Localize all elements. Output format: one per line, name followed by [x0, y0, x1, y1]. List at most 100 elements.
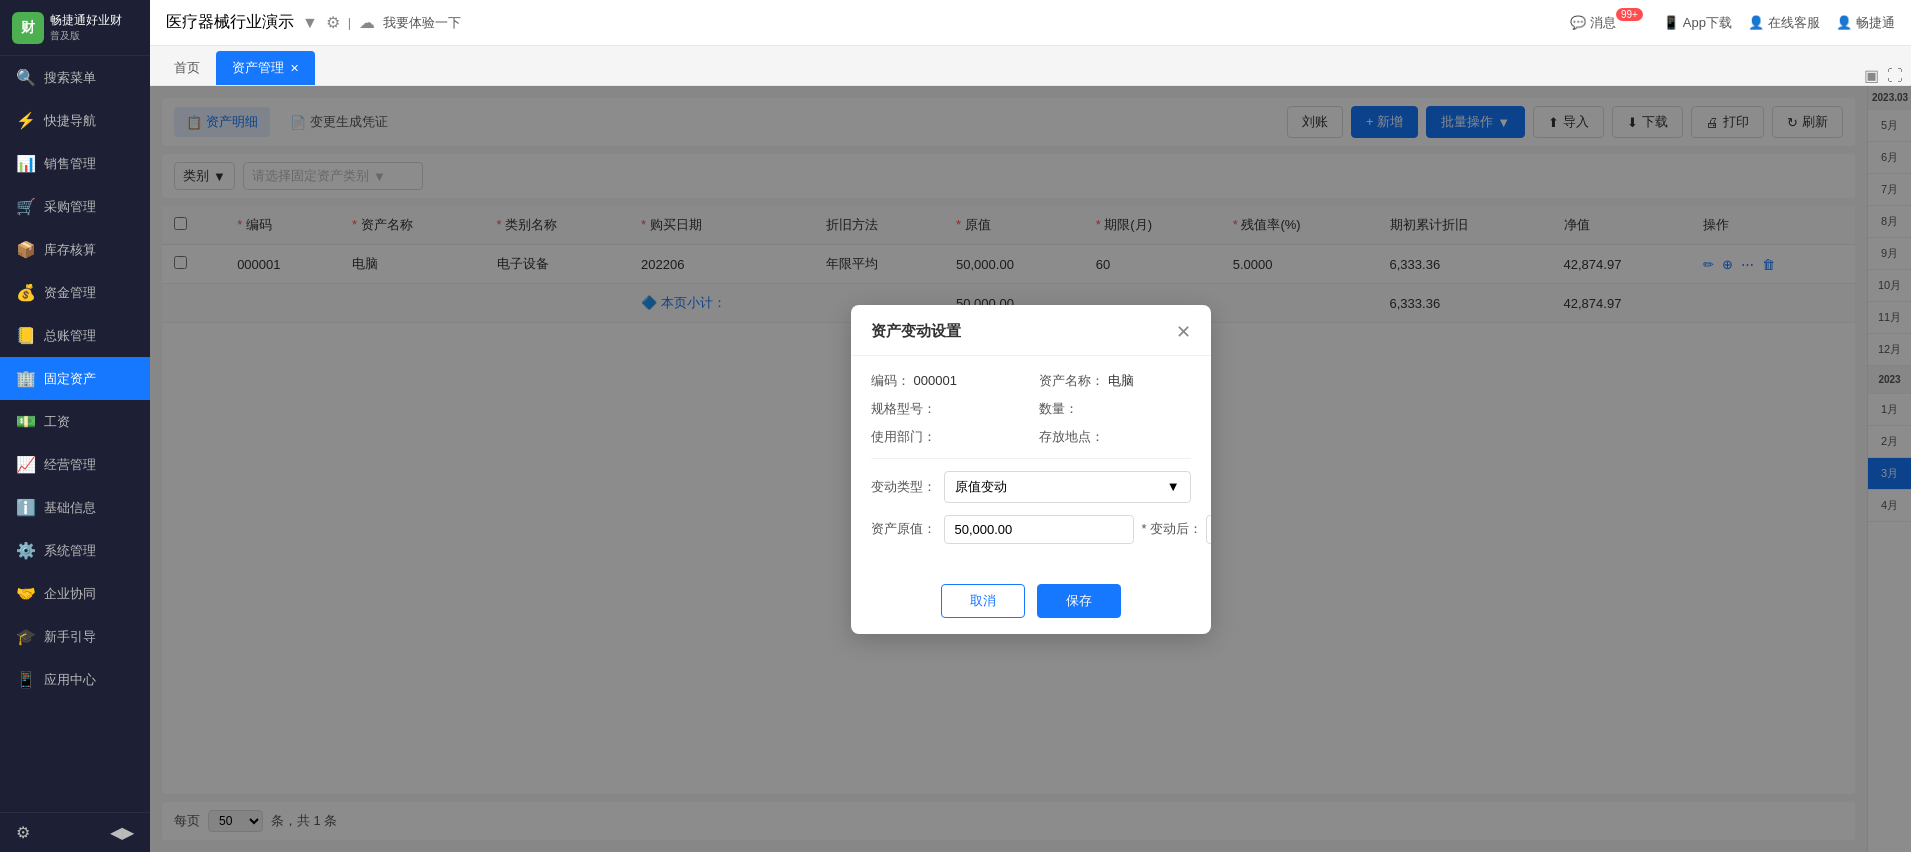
asset-name-field: 资产名称： 电脑	[1039, 372, 1191, 390]
page-content: 📋 资产明细 📄 变更生成凭证 刘账 + 新增 批量操作 ▼ ⬆ 导入	[150, 86, 1911, 852]
sidebar-item-payroll[interactable]: 💵 工资	[0, 400, 150, 443]
change-type-select[interactable]: 原值变动 ▼	[944, 471, 1191, 503]
sidebar-item-label: 工资	[44, 413, 70, 431]
message-btn[interactable]: 💬 消息 99+	[1570, 14, 1647, 32]
code-label: 编码：	[871, 372, 910, 390]
after-change-input[interactable]	[1206, 515, 1210, 544]
sidebar-bottom: ⚙ ◀▶	[0, 812, 150, 852]
sidebar-menu: 🔍 搜索菜单 ⚡ 快捷导航 📊 销售管理 🛒 采购管理 📦 库存核算 💰 资金管…	[0, 56, 150, 812]
modal-divider	[871, 458, 1191, 459]
guide-icon: 🎓	[16, 627, 36, 646]
modal-footer: 取消 保存	[851, 572, 1211, 634]
modal-close-btn[interactable]: ✕	[1176, 321, 1191, 343]
tab-minimize-icon[interactable]: ▣	[1864, 66, 1879, 85]
trial-label[interactable]: 我要体验一下	[383, 14, 461, 32]
message-icon: 💬	[1570, 15, 1586, 30]
sidebar-item-label: 库存核算	[44, 241, 96, 259]
cart-icon: 🛒	[16, 197, 36, 216]
topbar: 医疗器械行业演示 ▼ ⚙ | ☁ 我要体验一下 💬 消息 99+ 📱 App下载…	[150, 0, 1911, 46]
topbar-left: 医疗器械行业演示 ▼ ⚙ | ☁ 我要体验一下	[166, 12, 461, 33]
sidebar-item-operations[interactable]: 📈 经营管理	[0, 443, 150, 486]
asset-name-value: 电脑	[1108, 372, 1134, 390]
building-icon: 🏢	[16, 369, 36, 388]
search-icon: 🔍	[16, 68, 36, 87]
location-label: 存放地点：	[1039, 428, 1104, 446]
logo: 财 畅捷通好业财 普及版	[0, 0, 150, 56]
service-btn[interactable]: 👤 在线客服	[1748, 14, 1820, 32]
app-download-label: App下载	[1683, 14, 1732, 32]
sidebar-item-label: 新手引导	[44, 628, 96, 646]
sidebar-item-sales[interactable]: 📊 销售管理	[0, 142, 150, 185]
tabbar: 首页 资产管理 ✕ ▣ ⛶	[150, 46, 1911, 86]
sidebar-item-enterprise[interactable]: 🤝 企业协同	[0, 572, 150, 615]
sidebar-item-ledger[interactable]: 📒 总账管理	[0, 314, 150, 357]
tab-actions: ▣ ⛶	[1864, 66, 1903, 85]
tab-close-icon[interactable]: ✕	[290, 62, 299, 75]
sidebar-item-label: 搜索菜单	[44, 69, 96, 87]
original-value-label: 资产原值：	[871, 520, 936, 538]
modal-row-3: 使用部门： 存放地点：	[871, 428, 1191, 446]
logo-icon: 财	[12, 12, 44, 44]
app-download-btn[interactable]: 📱 App下载	[1663, 14, 1732, 32]
sidebar-item-capital[interactable]: 💰 资金管理	[0, 271, 150, 314]
quantity-field: 数量：	[1039, 400, 1191, 418]
modal-title: 资产变动设置	[871, 322, 961, 341]
sidebar-item-label: 销售管理	[44, 155, 96, 173]
box-icon: 📦	[16, 240, 36, 259]
company-name: 医疗器械行业演示	[166, 12, 294, 33]
collapse-icon[interactable]: ◀▶	[110, 823, 134, 842]
tab-home-label: 首页	[174, 59, 200, 77]
spec-label: 规格型号：	[871, 400, 936, 418]
message-label: 消息	[1590, 14, 1616, 32]
sidebar-item-inventory[interactable]: 📦 库存核算	[0, 228, 150, 271]
sidebar-item-system[interactable]: ⚙️ 系统管理	[0, 529, 150, 572]
settings-icon[interactable]: ⚙	[16, 823, 30, 842]
after-change-group: * 变动后：	[1142, 515, 1211, 544]
tab-asset-mgmt-label: 资产管理	[232, 59, 284, 77]
asset-change-modal: 资产变动设置 ✕ 编码： 000001 资产名称： 电脑	[851, 305, 1211, 634]
tab-asset-mgmt[interactable]: 资产管理 ✕	[216, 51, 315, 85]
service-label: 在线客服	[1768, 14, 1820, 32]
sidebar-item-guide[interactable]: 🎓 新手引导	[0, 615, 150, 658]
sidebar-item-app[interactable]: 📱 应用中心	[0, 658, 150, 701]
quantity-label: 数量：	[1039, 400, 1078, 418]
main-content: 医疗器械行业演示 ▼ ⚙ | ☁ 我要体验一下 💬 消息 99+ 📱 App下载…	[150, 0, 1911, 852]
message-badge: 99+	[1616, 8, 1643, 21]
asset-name-label: 资产名称：	[1039, 372, 1104, 390]
sidebar-item-label: 快捷导航	[44, 112, 96, 130]
payroll-icon: 💵	[16, 412, 36, 431]
cancel-btn[interactable]: 取消	[941, 584, 1025, 618]
sidebar-item-fixed-assets[interactable]: 🏢 固定资产	[0, 357, 150, 400]
sidebar-item-label: 基础信息	[44, 499, 96, 517]
sidebar-item-label: 经营管理	[44, 456, 96, 474]
dept-label: 使用部门：	[871, 428, 936, 446]
modal-body: 编码： 000001 资产名称： 电脑 规格型号：	[851, 356, 1211, 572]
modal-overlay: 资产变动设置 ✕ 编码： 000001 资产名称： 电脑	[150, 86, 1911, 852]
change-type-row: 变动类型： 原值变动 ▼	[871, 471, 1191, 503]
dropdown-icon[interactable]: ▼	[302, 14, 318, 32]
sidebar-item-label: 固定资产	[44, 370, 96, 388]
tab-expand-icon[interactable]: ⛶	[1887, 67, 1903, 85]
sidebar-item-quick-nav[interactable]: ⚡ 快捷导航	[0, 99, 150, 142]
change-type-arrow-icon: ▼	[1167, 479, 1180, 494]
ledger-icon: 📒	[16, 326, 36, 345]
sidebar-item-purchase[interactable]: 🛒 采购管理	[0, 185, 150, 228]
chart-icon: 📊	[16, 154, 36, 173]
tab-home[interactable]: 首页	[158, 51, 216, 85]
sidebar-item-label: 企业协同	[44, 585, 96, 603]
user-icon: 👤	[1836, 15, 1852, 30]
money-icon: 💰	[16, 283, 36, 302]
save-btn[interactable]: 保存	[1037, 584, 1121, 618]
logo-text: 畅捷通好业财	[50, 12, 122, 29]
code-value: 000001	[914, 373, 957, 388]
change-type-value: 原值变动	[955, 478, 1007, 496]
topbar-right: 💬 消息 99+ 📱 App下载 👤 在线客服 👤 畅捷通	[1570, 14, 1895, 32]
sidebar-item-label: 应用中心	[44, 671, 96, 689]
phone-icon: 📱	[1663, 15, 1679, 30]
settings-btn[interactable]: ⚙	[326, 13, 340, 32]
original-value-input[interactable]	[944, 515, 1134, 544]
user-btn[interactable]: 👤 畅捷通	[1836, 14, 1895, 32]
sidebar-item-basic-info[interactable]: ℹ️ 基础信息	[0, 486, 150, 529]
sidebar-item-search[interactable]: 🔍 搜索菜单	[0, 56, 150, 99]
location-field: 存放地点：	[1039, 428, 1191, 446]
